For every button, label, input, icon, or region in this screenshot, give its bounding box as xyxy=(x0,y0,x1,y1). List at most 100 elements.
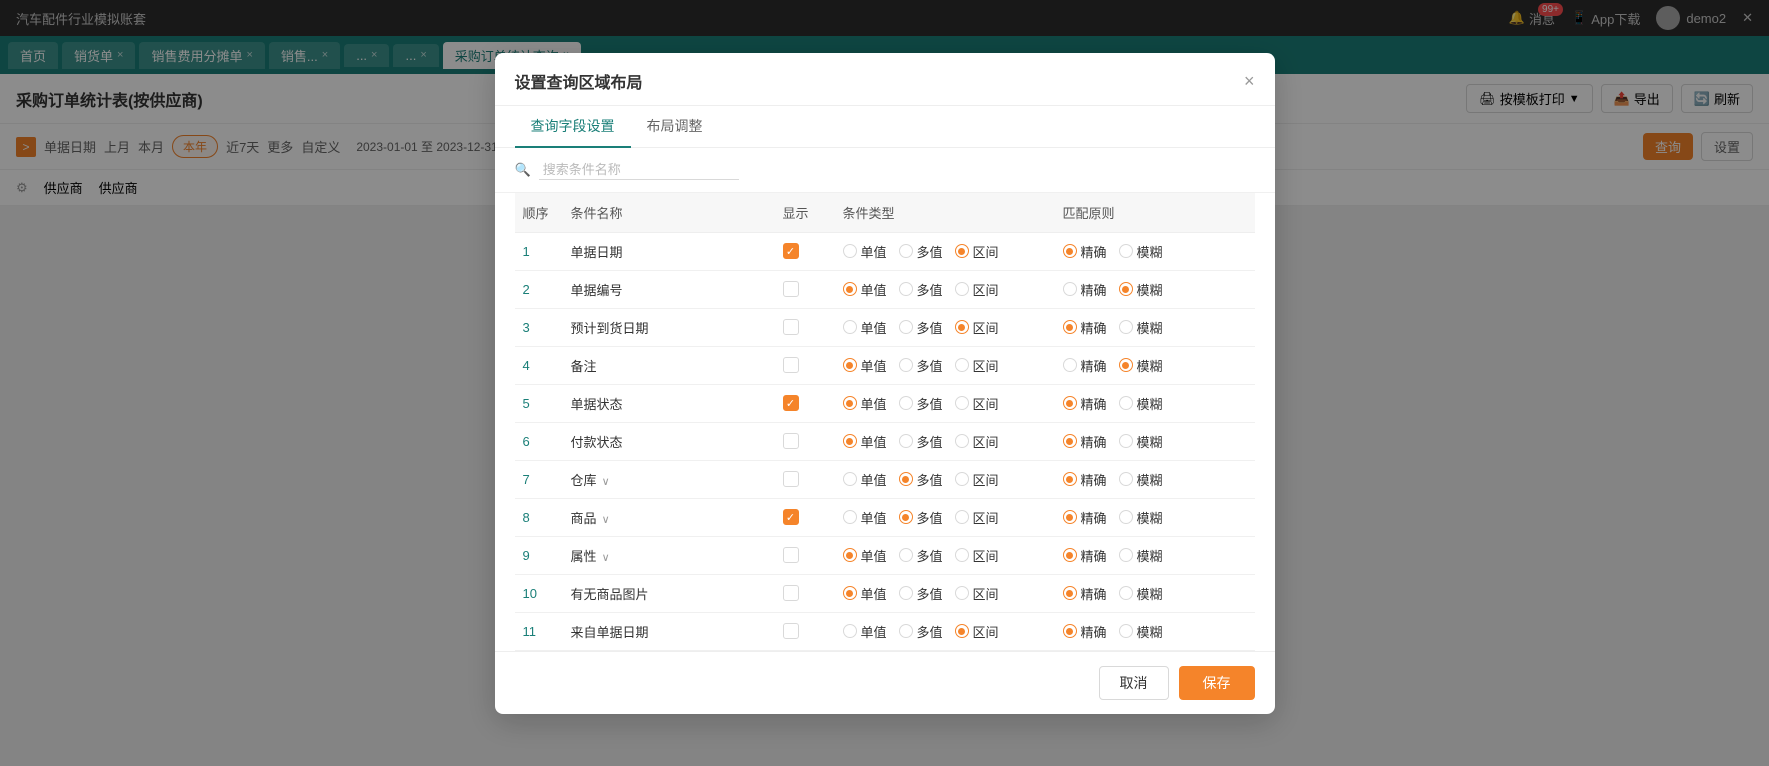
type-radio-单值[interactable]: 单值 xyxy=(843,508,887,527)
show-checkbox[interactable] xyxy=(783,585,799,601)
tab-query-fields[interactable]: 查询字段设置 xyxy=(515,106,631,148)
radio-option-label: 单值 xyxy=(861,584,887,603)
match-radio-精确[interactable]: 精确 xyxy=(1063,546,1107,565)
type-radio-多值[interactable]: 多值 xyxy=(899,622,943,641)
match-radio-模糊[interactable]: 模糊 xyxy=(1119,356,1163,375)
match-radio-精确[interactable]: 精确 xyxy=(1063,356,1107,375)
radio-option-label: 单值 xyxy=(861,242,887,261)
match-radio-精确[interactable]: 精确 xyxy=(1063,470,1107,489)
radio-indicator xyxy=(1063,548,1077,562)
type-radio-多值[interactable]: 多值 xyxy=(899,394,943,413)
cell-order: 4 xyxy=(515,346,563,384)
type-radio-区间[interactable]: 区间 xyxy=(955,622,999,641)
type-radio-单值[interactable]: 单值 xyxy=(843,394,887,413)
type-radio-区间[interactable]: 区间 xyxy=(955,318,999,337)
match-radio-模糊[interactable]: 模糊 xyxy=(1119,470,1163,489)
match-radio-精确[interactable]: 精确 xyxy=(1063,584,1107,603)
type-radio-区间[interactable]: 区间 xyxy=(955,356,999,375)
match-radio-精确[interactable]: 精确 xyxy=(1063,394,1107,413)
match-radio-group: 精确模糊 xyxy=(1063,470,1247,489)
match-radio-模糊[interactable]: 模糊 xyxy=(1119,584,1163,603)
order-number: 8 xyxy=(523,510,530,525)
match-radio-模糊[interactable]: 模糊 xyxy=(1119,546,1163,565)
cell-order: 9 xyxy=(515,536,563,574)
table-row: 11来自单据日期单值多值区间精确模糊 xyxy=(515,612,1255,650)
type-radio-单值[interactable]: 单值 xyxy=(843,546,887,565)
radio-option-label: 模糊 xyxy=(1137,584,1163,603)
type-radio-区间[interactable]: 区间 xyxy=(955,584,999,603)
type-radio-多值[interactable]: 多值 xyxy=(899,546,943,565)
modal-close-button[interactable]: × xyxy=(1244,72,1255,90)
cell-show xyxy=(775,308,835,346)
type-radio-多值[interactable]: 多值 xyxy=(899,432,943,451)
match-radio-模糊[interactable]: 模糊 xyxy=(1119,432,1163,451)
tab-layout-adjust[interactable]: 布局调整 xyxy=(631,106,719,148)
type-radio-区间[interactable]: 区间 xyxy=(955,280,999,299)
search-input[interactable] xyxy=(539,160,739,180)
condition-name: 单据状态 xyxy=(571,397,623,412)
show-checkbox[interactable] xyxy=(783,357,799,373)
type-radio-多值[interactable]: 多值 xyxy=(899,584,943,603)
type-radio-单值[interactable]: 单值 xyxy=(843,470,887,489)
type-radio-单值[interactable]: 单值 xyxy=(843,280,887,299)
match-radio-精确[interactable]: 精确 xyxy=(1063,280,1107,299)
table-row: 1单据日期单值多值区间精确模糊 xyxy=(515,232,1255,270)
type-radio-单值[interactable]: 单值 xyxy=(843,622,887,641)
type-radio-区间[interactable]: 区间 xyxy=(955,508,999,527)
match-radio-精确[interactable]: 精确 xyxy=(1063,432,1107,451)
match-radio-模糊[interactable]: 模糊 xyxy=(1119,242,1163,261)
type-radio-区间[interactable]: 区间 xyxy=(955,432,999,451)
table-row: 3预计到货日期单值多值区间精确模糊 xyxy=(515,308,1255,346)
type-radio-多值[interactable]: 多值 xyxy=(899,242,943,261)
radio-indicator xyxy=(1063,282,1077,296)
type-radio-单值[interactable]: 单值 xyxy=(843,432,887,451)
type-radio-区间[interactable]: 区间 xyxy=(955,394,999,413)
match-radio-精确[interactable]: 精确 xyxy=(1063,242,1107,261)
radio-indicator xyxy=(1119,472,1133,486)
show-checkbox[interactable] xyxy=(783,471,799,487)
cell-match: 精确模糊 xyxy=(1055,612,1255,650)
save-button[interactable]: 保存 xyxy=(1179,666,1255,700)
cell-order: 5 xyxy=(515,384,563,422)
show-checkbox[interactable] xyxy=(783,623,799,639)
radio-indicator xyxy=(1063,244,1077,258)
type-radio-多值[interactable]: 多值 xyxy=(899,470,943,489)
type-radio-多值[interactable]: 多值 xyxy=(899,280,943,299)
radio-option-label: 单值 xyxy=(861,622,887,641)
radio-option-label: 精确 xyxy=(1081,280,1107,299)
type-radio-单值[interactable]: 单值 xyxy=(843,584,887,603)
radio-indicator xyxy=(899,434,913,448)
radio-option-label: 精确 xyxy=(1081,318,1107,337)
show-checkbox[interactable] xyxy=(783,395,799,411)
show-checkbox[interactable] xyxy=(783,319,799,335)
type-radio-多值[interactable]: 多值 xyxy=(899,356,943,375)
match-radio-模糊[interactable]: 模糊 xyxy=(1119,318,1163,337)
radio-option-label: 区间 xyxy=(973,394,999,413)
match-radio-精确[interactable]: 精确 xyxy=(1063,318,1107,337)
cell-type: 单值多值区间 xyxy=(835,612,1055,650)
match-radio-模糊[interactable]: 模糊 xyxy=(1119,394,1163,413)
cancel-button[interactable]: 取消 xyxy=(1099,666,1169,700)
type-radio-区间[interactable]: 区间 xyxy=(955,546,999,565)
match-radio-模糊[interactable]: 模糊 xyxy=(1119,622,1163,641)
type-radio-多值[interactable]: 多值 xyxy=(899,318,943,337)
tab-query-fields-label: 查询字段设置 xyxy=(531,118,615,134)
show-checkbox[interactable] xyxy=(783,509,799,525)
order-number: 3 xyxy=(523,320,530,335)
show-checkbox[interactable] xyxy=(783,281,799,297)
match-radio-精确[interactable]: 精确 xyxy=(1063,508,1107,527)
type-radio-区间[interactable]: 区间 xyxy=(955,242,999,261)
show-checkbox[interactable] xyxy=(783,433,799,449)
show-checkbox[interactable] xyxy=(783,243,799,259)
radio-indicator xyxy=(899,396,913,410)
match-radio-模糊[interactable]: 模糊 xyxy=(1119,280,1163,299)
show-checkbox[interactable] xyxy=(783,547,799,563)
type-radio-单值[interactable]: 单值 xyxy=(843,242,887,261)
match-radio-模糊[interactable]: 模糊 xyxy=(1119,508,1163,527)
match-radio-精确[interactable]: 精确 xyxy=(1063,622,1107,641)
type-radio-单值[interactable]: 单值 xyxy=(843,318,887,337)
type-radio-单值[interactable]: 单值 xyxy=(843,356,887,375)
type-radio-区间[interactable]: 区间 xyxy=(955,470,999,489)
type-radio-多值[interactable]: 多值 xyxy=(899,508,943,527)
table-header: 顺序 条件名称 显示 条件类型 匹配原则 xyxy=(515,193,1255,233)
